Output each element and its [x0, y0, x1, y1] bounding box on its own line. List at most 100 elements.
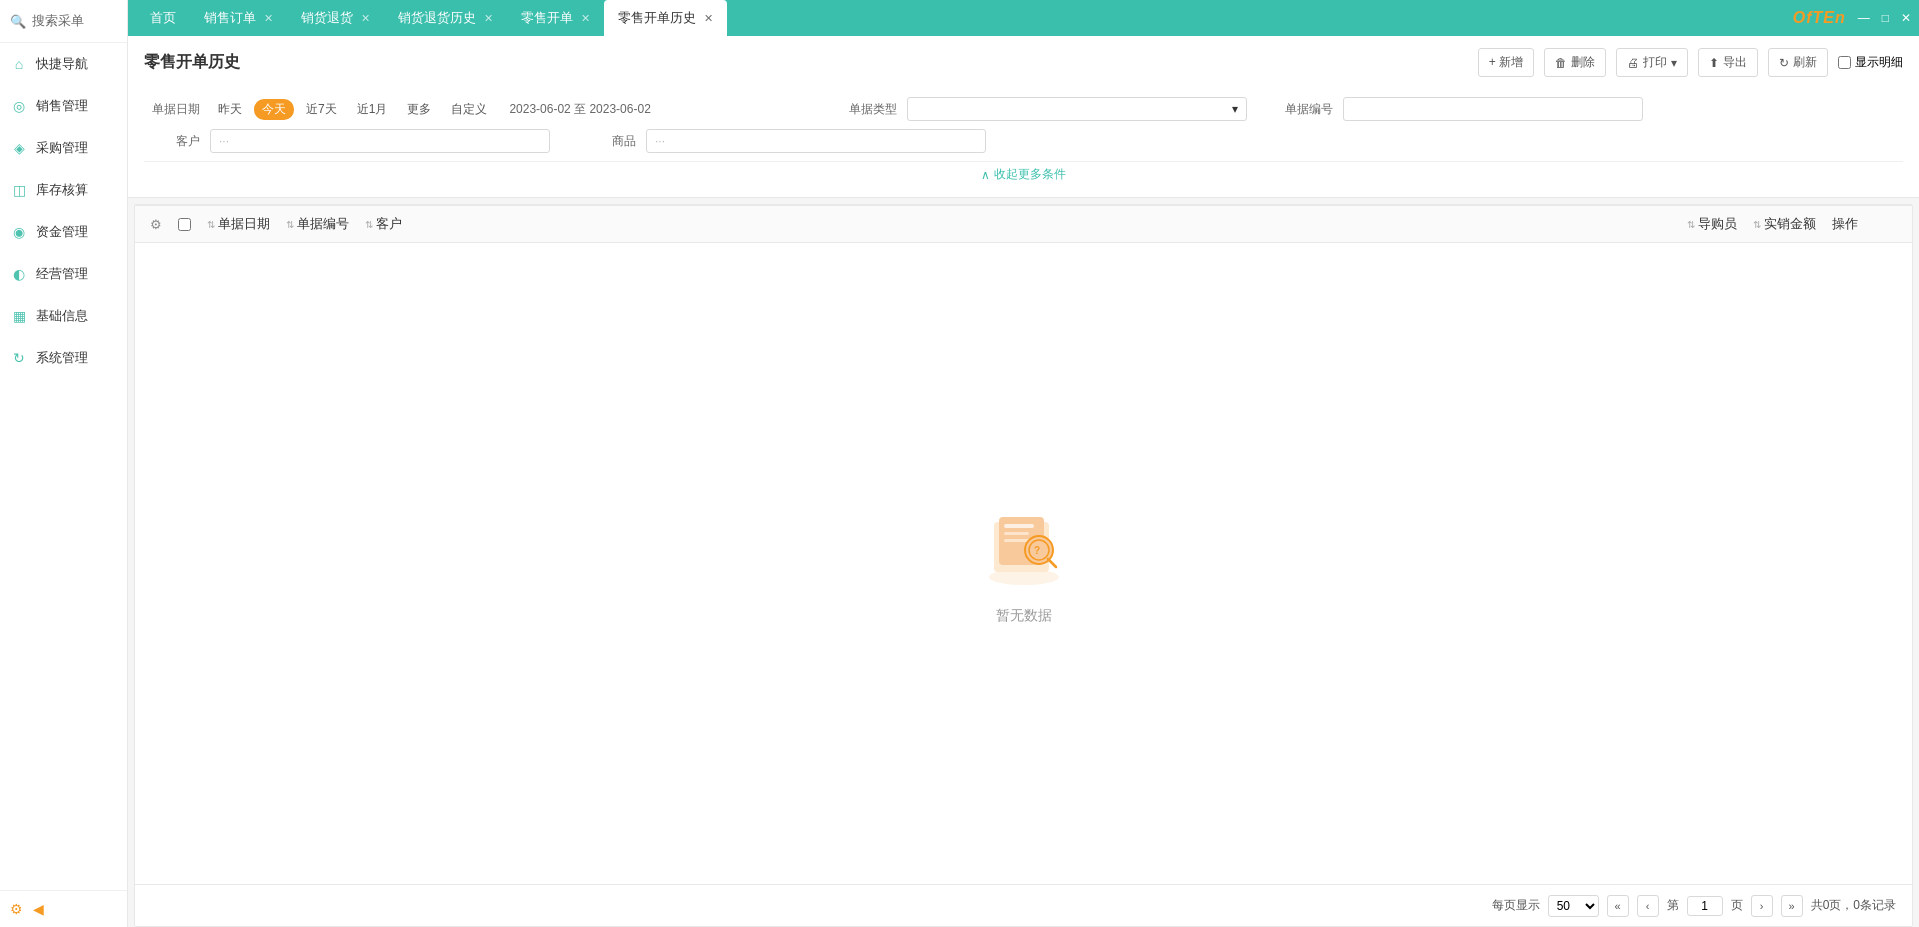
- sort-icon-4[interactable]: ⇅: [1687, 219, 1695, 230]
- tab-sales-return[interactable]: 销货退货 ✕: [287, 0, 384, 36]
- th-amount: ⇅ 实销金额: [1745, 215, 1824, 233]
- first-page-btn[interactable]: «: [1607, 895, 1629, 917]
- sidebar-item-sales-mgmt[interactable]: ◎ 销售管理: [0, 85, 127, 127]
- tab-sales-return-history[interactable]: 销货退货历史 ✕: [384, 0, 507, 36]
- doc-type-dropdown-icon: ▾: [1232, 102, 1238, 116]
- page-size-select[interactable]: 50 100 200: [1548, 895, 1599, 917]
- tab-retail-open[interactable]: 零售开单 ✕: [507, 0, 604, 36]
- date-option-7days[interactable]: 近7天: [298, 99, 345, 120]
- sidebar-item-inventory[interactable]: ◫ 库存核算: [0, 169, 127, 211]
- tab-retail-history[interactable]: 零售开单历史 ✕: [604, 0, 727, 36]
- th-date: ⇅ 单据日期: [199, 215, 278, 233]
- close-tab-sales-return[interactable]: ✕: [361, 12, 370, 25]
- page-number-input[interactable]: [1687, 896, 1723, 916]
- prev-page-btn[interactable]: ‹: [1637, 895, 1659, 917]
- sidebar-item-label: 经营管理: [36, 265, 88, 283]
- th-action: 操作: [1824, 215, 1904, 233]
- purchase-icon: ◈: [10, 140, 28, 156]
- inventory-icon: ◫: [10, 182, 28, 198]
- basic-info-icon: ▦: [10, 308, 28, 324]
- close-tab-sales-order[interactable]: ✕: [264, 12, 273, 25]
- window-max-btn[interactable]: □: [1882, 11, 1889, 25]
- th-salesperson: ⇅ 导购员: [1679, 215, 1745, 233]
- doc-type-select[interactable]: ▾: [907, 97, 1247, 121]
- page-label: 页: [1731, 897, 1743, 914]
- sidebar-search[interactable]: 🔍 搜索采单: [0, 0, 127, 43]
- window-close-btn[interactable]: ✕: [1901, 11, 1911, 25]
- table-settings-btn[interactable]: ⚙: [143, 211, 169, 237]
- sidebar-search-label: 搜索采单: [32, 12, 84, 30]
- sidebar-item-basic-info[interactable]: ▦ 基础信息: [0, 295, 127, 337]
- close-tab-sales-return-history[interactable]: ✕: [484, 12, 493, 25]
- sort-icon[interactable]: ⇅: [207, 219, 215, 230]
- close-tab-retail-open[interactable]: ✕: [581, 12, 590, 25]
- top-nav-right: OfTEn — □ ✕: [1793, 9, 1911, 27]
- print-button[interactable]: 🖨 打印 ▾: [1616, 48, 1688, 77]
- date-option-more[interactable]: 更多: [399, 99, 439, 120]
- sort-icon-3[interactable]: ⇅: [365, 219, 373, 230]
- page-title-row: 零售开单历史 + 新增 🗑 删除 🖨 打印 ▾ ⬆ 导出: [144, 48, 1903, 77]
- date-option-today[interactable]: 今天: [254, 99, 294, 120]
- export-icon: ⬆: [1709, 56, 1719, 70]
- sidebar-item-label: 库存核算: [36, 181, 88, 199]
- date-option-yesterday[interactable]: 昨天: [210, 99, 250, 120]
- refresh-button[interactable]: ↻ 刷新: [1768, 48, 1828, 77]
- close-tab-retail-history[interactable]: ✕: [704, 12, 713, 25]
- sidebar-item-finance[interactable]: ◉ 资金管理: [0, 211, 127, 253]
- sort-icon-5[interactable]: ⇅: [1753, 219, 1761, 230]
- date-option-1month[interactable]: 近1月: [349, 99, 396, 120]
- system-icon: ↻: [10, 350, 28, 366]
- customer-input[interactable]: ···: [210, 129, 550, 153]
- th-checkbox[interactable]: [169, 218, 199, 231]
- total-info: 共0页，0条记录: [1811, 897, 1896, 914]
- tab-sales-order[interactable]: 销售订单 ✕: [190, 0, 287, 36]
- th-number: ⇅ 单据编号: [278, 215, 357, 233]
- home-icon: ⌂: [10, 56, 28, 72]
- collapse-icon: ∧: [981, 168, 990, 182]
- display-detail-checkbox-label[interactable]: 显示明细: [1838, 54, 1903, 71]
- table-container: ⚙ ⇅ 单据日期 ⇅ 单据编号 ⇅ 客户 ⇅ 导购员: [134, 204, 1913, 927]
- next-page-btn[interactable]: ›: [1751, 895, 1773, 917]
- customer-dots: ···: [219, 134, 229, 148]
- table-header: ⚙ ⇅ 单据日期 ⇅ 单据编号 ⇅ 客户 ⇅ 导购员: [135, 205, 1912, 243]
- top-nav: 首页 销售订单 ✕ 销货退货 ✕ 销货退货历史 ✕ 零售开单 ✕ 零售开单历史 …: [128, 0, 1919, 36]
- page-word: 第: [1667, 897, 1679, 914]
- svg-rect-3: [1004, 524, 1034, 528]
- doc-number-input[interactable]: [1343, 97, 1643, 121]
- th-customer: ⇅ 客户: [357, 215, 1679, 233]
- date-option-custom[interactable]: 自定义: [443, 99, 495, 120]
- select-all-checkbox[interactable]: [178, 218, 191, 231]
- toolbar: + 新增 🗑 删除 🖨 打印 ▾ ⬆ 导出 ↻: [1478, 48, 1903, 77]
- settings-gear-icon[interactable]: ⚙: [10, 901, 23, 917]
- window-min-btn[interactable]: —: [1858, 11, 1870, 25]
- doc-type-label: 单据类型: [841, 101, 897, 118]
- main-area: 首页 销售订单 ✕ 销货退货 ✕ 销货退货历史 ✕ 零售开单 ✕ 零售开单历史 …: [128, 0, 1919, 927]
- product-input[interactable]: ···: [646, 129, 986, 153]
- sidebar-bottom: ⚙ ◀: [0, 890, 127, 927]
- doc-number-label: 单据编号: [1277, 101, 1333, 118]
- sidebar-item-quick-nav[interactable]: ⌂ 快捷导航: [0, 43, 127, 85]
- filter-area: 单据日期 昨天 今天 近7天 近1月 更多 自定义 2023-06-02 至 2…: [144, 87, 1903, 197]
- sidebar-item-purchase-mgmt[interactable]: ◈ 采购管理: [0, 127, 127, 169]
- display-detail-checkbox[interactable]: [1838, 56, 1851, 69]
- print-dropdown-icon: ▾: [1671, 56, 1677, 70]
- svg-text:?: ?: [1034, 545, 1040, 556]
- sort-icon-2[interactable]: ⇅: [286, 219, 294, 230]
- collapse-sidebar-icon[interactable]: ◀: [33, 901, 44, 917]
- collapse-more-btn[interactable]: ∧ 收起更多条件: [144, 161, 1903, 189]
- delete-button[interactable]: 🗑 删除: [1544, 48, 1606, 77]
- tab-home[interactable]: 首页: [136, 0, 190, 36]
- page-header: 零售开单历史 + 新增 🗑 删除 🖨 打印 ▾ ⬆ 导出: [128, 36, 1919, 198]
- sidebar-item-operations[interactable]: ◐ 经营管理: [0, 253, 127, 295]
- export-button[interactable]: ⬆ 导出: [1698, 48, 1758, 77]
- last-page-btn[interactable]: »: [1781, 895, 1803, 917]
- sidebar-item-system[interactable]: ↻ 系统管理: [0, 337, 127, 379]
- brand-logo: OfTEn: [1793, 9, 1846, 27]
- sidebar-item-label: 系统管理: [36, 349, 88, 367]
- product-dots: ···: [655, 134, 665, 148]
- add-button[interactable]: + 新增: [1478, 48, 1534, 77]
- sidebar-item-label: 采购管理: [36, 139, 88, 157]
- operations-icon: ◐: [10, 266, 28, 282]
- filter-row-1: 单据日期 昨天 今天 近7天 近1月 更多 自定义 2023-06-02 至 2…: [144, 97, 1903, 121]
- finance-icon: ◉: [10, 224, 28, 240]
